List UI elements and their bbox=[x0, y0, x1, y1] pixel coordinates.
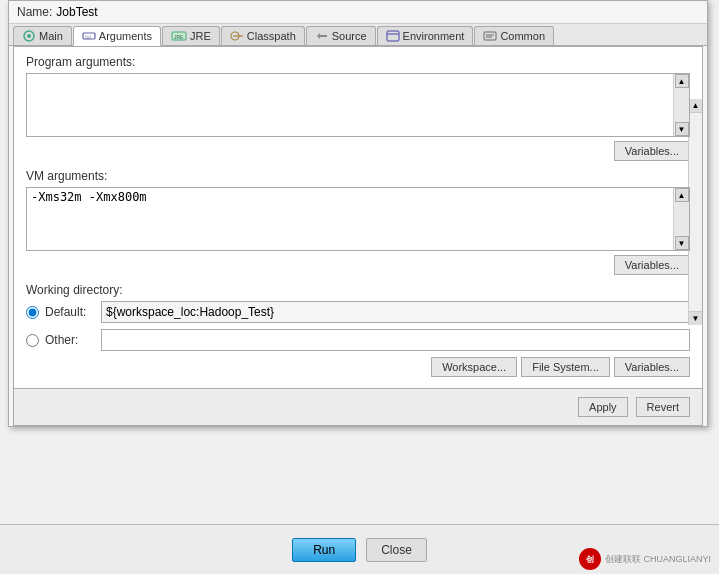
prog-args-scroll-up[interactable]: ▲ bbox=[675, 74, 689, 88]
default-radio[interactable] bbox=[26, 306, 39, 319]
apply-revert-bar: Apply Revert bbox=[14, 388, 702, 425]
other-radio-row: Other: bbox=[26, 329, 690, 351]
tab-main-label: Main bbox=[39, 30, 63, 42]
vm-args-scrollbar: ▲ ▼ bbox=[673, 188, 689, 250]
prog-args-scroll-track bbox=[674, 88, 689, 122]
vm-args-scroll-up[interactable]: ▲ bbox=[675, 188, 689, 202]
prog-args-scrollbar: ▲ ▼ bbox=[673, 74, 689, 136]
environment-tab-icon bbox=[386, 30, 400, 42]
tab-main[interactable]: Main bbox=[13, 26, 72, 45]
tab-common-label: Common bbox=[500, 30, 545, 42]
tab-environment[interactable]: Environment bbox=[377, 26, 474, 45]
apply-button[interactable]: Apply bbox=[578, 397, 628, 417]
vm-args-variables-button[interactable]: Variables... bbox=[614, 255, 690, 275]
prog-args-scroll-down[interactable]: ▼ bbox=[675, 122, 689, 136]
watermark: 创 创建联联 CHUANGLIANYI bbox=[579, 548, 711, 570]
vm-args-scroll-track bbox=[674, 202, 689, 236]
tab-environment-label: Environment bbox=[403, 30, 465, 42]
launch-config-dialog: Name: JobTest Main (x) Arguments JRE JRE bbox=[8, 0, 708, 427]
svg-rect-11 bbox=[484, 32, 496, 40]
scroll-up-btn[interactable]: ▲ bbox=[689, 99, 702, 113]
other-value-input[interactable] bbox=[101, 329, 690, 351]
file-system-button[interactable]: File System... bbox=[521, 357, 610, 377]
dir-variables-button[interactable]: Variables... bbox=[614, 357, 690, 377]
arguments-content: ▲ ▼ Program arguments: ▲ ▼ Variables... … bbox=[13, 46, 703, 426]
watermark-text: 创建联联 CHUANGLIANYI bbox=[605, 553, 711, 566]
jre-tab-icon: JRE bbox=[171, 30, 187, 42]
svg-marker-8 bbox=[317, 33, 327, 39]
vm-arguments-label: VM arguments: bbox=[26, 169, 690, 183]
dir-buttons-row: Workspace... File System... Variables... bbox=[26, 357, 690, 377]
default-radio-row: Default: bbox=[26, 301, 690, 323]
program-arguments-label: Program arguments: bbox=[26, 55, 690, 69]
default-radio-label: Default: bbox=[45, 305, 95, 319]
arguments-tab-icon: (x) bbox=[82, 30, 96, 42]
main-tab-icon bbox=[22, 30, 36, 42]
classpath-tab-icon bbox=[230, 30, 244, 42]
working-dir-section: Working directory: Default: Other: Works… bbox=[26, 283, 690, 377]
main-scrollbar[interactable]: ▲ ▼ bbox=[688, 99, 702, 325]
tab-classpath[interactable]: Classpath bbox=[221, 26, 305, 45]
prog-args-btn-row: Variables... bbox=[26, 141, 690, 161]
svg-text:(x): (x) bbox=[85, 34, 91, 40]
tab-bar: Main (x) Arguments JRE JRE Classpath Sou… bbox=[9, 24, 707, 46]
scroll-down-btn[interactable]: ▼ bbox=[689, 311, 702, 325]
svg-text:JRE: JRE bbox=[174, 34, 184, 40]
vm-arguments-input[interactable] bbox=[27, 188, 673, 250]
tab-jre[interactable]: JRE JRE bbox=[162, 26, 220, 45]
program-arguments-input[interactable] bbox=[27, 74, 673, 136]
tab-classpath-label: Classpath bbox=[247, 30, 296, 42]
name-value: JobTest bbox=[56, 5, 97, 19]
name-bar: Name: JobTest bbox=[9, 1, 707, 24]
svg-point-1 bbox=[27, 34, 31, 38]
run-button[interactable]: Run bbox=[292, 538, 356, 562]
vm-args-btn-row: Variables... bbox=[26, 255, 690, 275]
tab-arguments[interactable]: (x) Arguments bbox=[73, 26, 161, 46]
working-dir-label: Working directory: bbox=[26, 283, 690, 297]
vm-args-scroll-down[interactable]: ▼ bbox=[675, 236, 689, 250]
tab-source-label: Source bbox=[332, 30, 367, 42]
tab-arguments-label: Arguments bbox=[99, 30, 152, 42]
prog-args-variables-button[interactable]: Variables... bbox=[614, 141, 690, 161]
run-bar: Run Close 创 创建联联 CHUANGLIANYI bbox=[0, 524, 719, 574]
watermark-icon: 创 bbox=[579, 548, 601, 570]
tab-source[interactable]: Source bbox=[306, 26, 376, 45]
default-value-input bbox=[101, 301, 690, 323]
tab-jre-label: JRE bbox=[190, 30, 211, 42]
vm-arguments-wrapper: ▲ ▼ bbox=[26, 187, 690, 251]
common-tab-icon bbox=[483, 30, 497, 42]
other-radio-label: Other: bbox=[45, 333, 95, 347]
svg-rect-9 bbox=[387, 31, 399, 41]
close-button[interactable]: Close bbox=[366, 538, 427, 562]
other-radio[interactable] bbox=[26, 334, 39, 347]
revert-button[interactable]: Revert bbox=[636, 397, 690, 417]
source-tab-icon bbox=[315, 30, 329, 42]
program-arguments-wrapper: ▲ ▼ bbox=[26, 73, 690, 137]
tab-common[interactable]: Common bbox=[474, 26, 554, 45]
workspace-button[interactable]: Workspace... bbox=[431, 357, 517, 377]
name-label: Name: bbox=[17, 5, 52, 19]
